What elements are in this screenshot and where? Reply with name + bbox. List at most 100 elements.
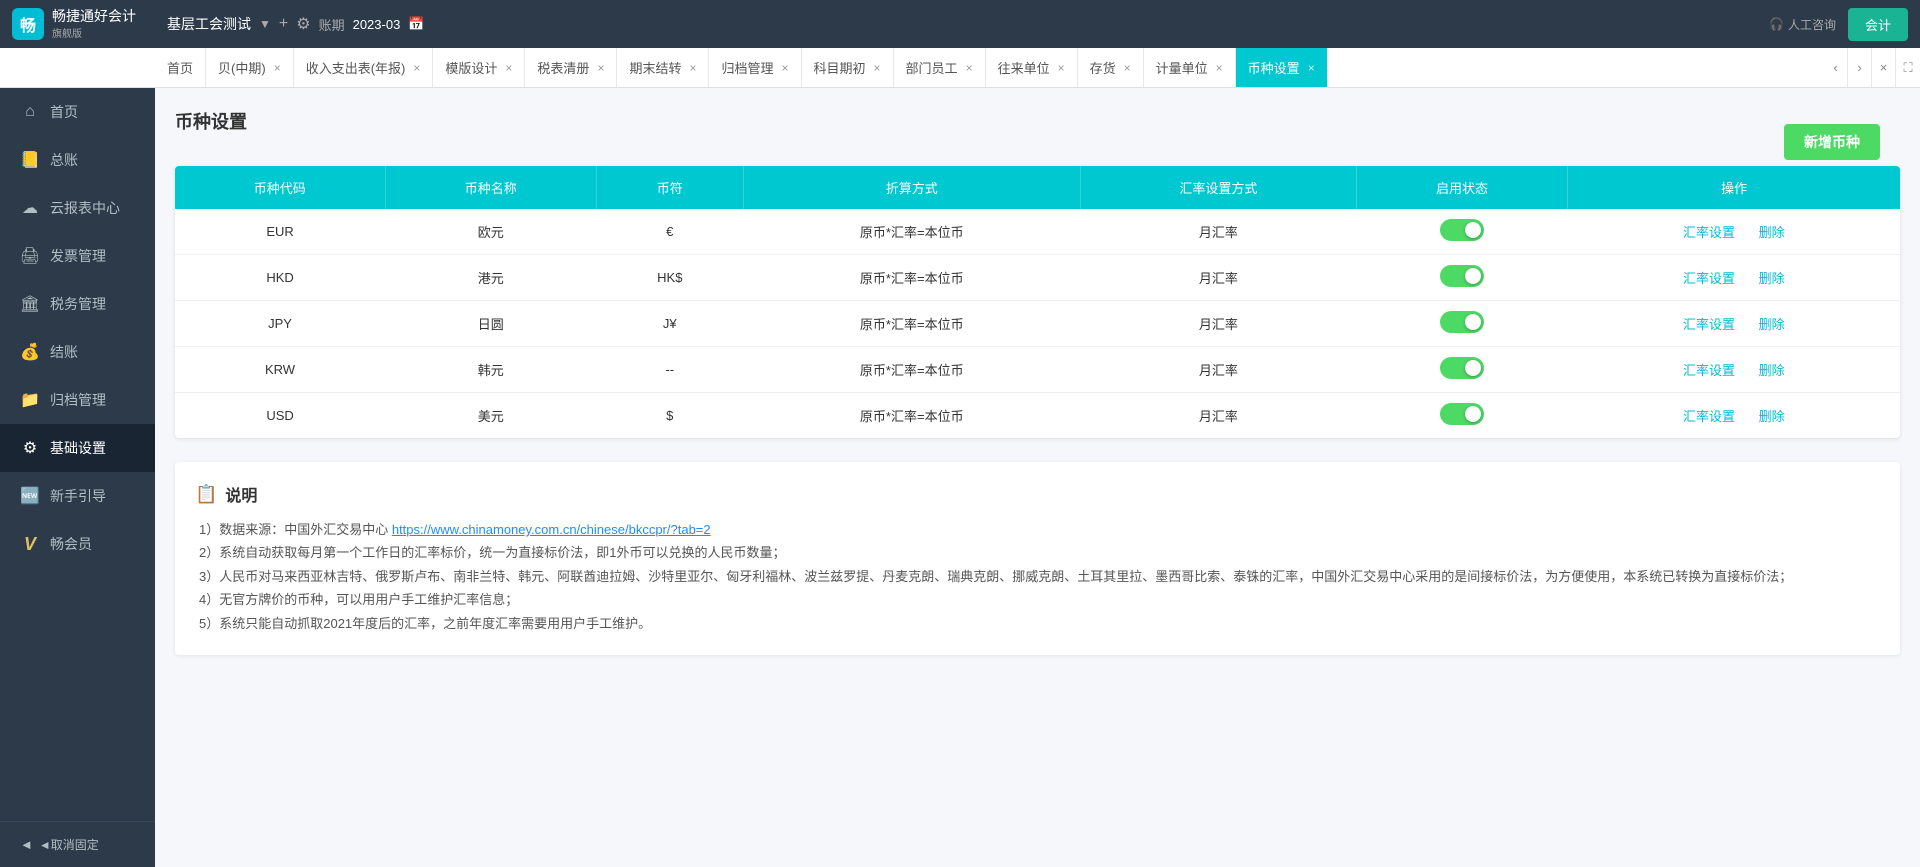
tab-unit-label: 往来单位 <box>998 58 1050 77</box>
cell-rate-type: 月汇率 <box>1080 255 1356 301</box>
tab-template-close[interactable]: × <box>505 61 512 75</box>
account-button[interactable]: 会计 <box>1848 8 1908 41</box>
tab-home[interactable]: 首页 <box>155 48 206 87</box>
cell-code: KRW <box>175 347 385 393</box>
help-button[interactable]: 🎧 人工咨询 <box>1769 16 1836 33</box>
tab-income[interactable]: 收入支出表(年报) × <box>294 48 434 87</box>
settings-icon[interactable]: ⚙ <box>296 14 310 34</box>
status-toggle-1[interactable] <box>1440 265 1484 287</box>
col-symbol: 币符 <box>596 166 743 209</box>
tab-period-end[interactable]: 期末结转 × <box>617 48 709 87</box>
tab-template[interactable]: 模版设计 × <box>433 48 525 87</box>
col-rate-type: 汇率设置方式 <box>1080 166 1356 209</box>
tab-nav-prev[interactable]: ‹ <box>1824 48 1848 87</box>
tab-measure-close[interactable]: × <box>1216 61 1223 75</box>
cell-conversion: 原币*汇率=本位币 <box>743 301 1080 347</box>
cell-rate-type: 月汇率 <box>1080 347 1356 393</box>
tab-archive[interactable]: 归档管理 × <box>709 48 801 87</box>
cell-symbol: $ <box>596 393 743 439</box>
tab-expand-icon[interactable]: ⛶ <box>1896 48 1920 87</box>
tab-close-all[interactable]: × <box>1872 48 1896 87</box>
tab-period-end-close[interactable]: × <box>689 61 696 75</box>
sidebar-item-home[interactable]: ⌂ 首页 <box>0 88 155 136</box>
cell-symbol: J¥ <box>596 301 743 347</box>
notes-section: 📋 说明 1）数据来源：中国外汇交易中心 https://www.chinamo… <box>175 462 1900 655</box>
company-dropdown-icon[interactable]: ▼ <box>259 17 271 31</box>
status-toggle-4[interactable] <box>1440 403 1484 425</box>
tab-tax[interactable]: 税表清册 × <box>525 48 617 87</box>
tab-inventory[interactable]: 存货 × <box>1078 48 1144 87</box>
rate-setting-link-2[interactable]: 汇率设置 <box>1683 317 1735 332</box>
rate-setting-link-1[interactable]: 汇率设置 <box>1683 271 1735 286</box>
gear-icon: ⚙ <box>20 438 40 458</box>
delete-link-4[interactable]: 删除 <box>1759 409 1785 424</box>
sidebar-label-tax: 税务管理 <box>50 294 106 314</box>
tab-balance-close[interactable]: × <box>274 61 281 75</box>
tab-income-close[interactable]: × <box>413 61 420 75</box>
rate-setting-link-0[interactable]: 汇率设置 <box>1683 225 1735 240</box>
rate-setting-link-4[interactable]: 汇率设置 <box>1683 409 1735 424</box>
notes-title: 说明 <box>225 482 257 506</box>
rate-setting-link-3[interactable]: 汇率设置 <box>1683 363 1735 378</box>
add-tab-icon[interactable]: + <box>279 15 288 33</box>
tab-archive-close[interactable]: × <box>782 61 789 75</box>
china-money-link[interactable]: https://www.chinamoney.com.cn/chinese/bk… <box>392 522 711 537</box>
logo-area: 畅 畅捷通好会计 旗舰版 <box>12 8 167 40</box>
tab-currency[interactable]: 币种设置 × <box>1236 48 1328 87</box>
sidebar-pin-toggle[interactable]: ◄ ◄取消固定 <box>0 821 155 867</box>
sidebar-item-invoice[interactable]: 🖨 发票管理 <box>0 232 155 280</box>
settle-icon: 💰 <box>20 342 40 362</box>
tab-inventory-close[interactable]: × <box>1124 61 1131 75</box>
cell-conversion: 原币*汇率=本位币 <box>743 347 1080 393</box>
status-toggle-3[interactable] <box>1440 357 1484 379</box>
new-currency-button[interactable]: 新增币种 <box>1784 124 1880 160</box>
tab-department[interactable]: 部门员工 × <box>894 48 986 87</box>
tab-subject-close[interactable]: × <box>874 61 881 75</box>
col-conversion: 折算方式 <box>743 166 1080 209</box>
sidebar-label-settle: 结账 <box>50 342 78 362</box>
calendar-icon[interactable]: 📅 <box>408 16 424 32</box>
tab-measure[interactable]: 计量单位 × <box>1144 48 1236 87</box>
cell-name: 日圆 <box>385 301 596 347</box>
sidebar-item-archive[interactable]: 📁 归档管理 <box>0 376 155 424</box>
cell-code: EUR <box>175 209 385 255</box>
delete-link-3[interactable]: 删除 <box>1759 363 1785 378</box>
tab-unit[interactable]: 往来单位 × <box>986 48 1078 87</box>
tab-currency-close[interactable]: × <box>1308 61 1315 75</box>
logo-icon: 畅 <box>12 8 44 40</box>
top-bar-right: 🎧 人工咨询 会计 <box>1769 8 1908 41</box>
tab-balance[interactable]: 贝(中期) × <box>206 48 294 87</box>
sidebar-label-archive: 归档管理 <box>50 390 106 410</box>
status-toggle-0[interactable] <box>1440 219 1484 241</box>
sidebar-item-settle[interactable]: 💰 结账 <box>0 328 155 376</box>
notes-header: 📋 说明 <box>195 482 1880 506</box>
sidebar-item-general[interactable]: 📒 总账 <box>0 136 155 184</box>
delete-link-2[interactable]: 删除 <box>1759 317 1785 332</box>
sidebar-item-report[interactable]: ☁ 云报表中心 <box>0 184 155 232</box>
help-label: 人工咨询 <box>1788 16 1836 33</box>
sidebar-label-guide: 新手引导 <box>50 486 106 506</box>
status-toggle-2[interactable] <box>1440 311 1484 333</box>
sidebar-item-tax[interactable]: 🏛 税务管理 <box>0 280 155 328</box>
cell-rate-type: 月汇率 <box>1080 209 1356 255</box>
tab-nav-next[interactable]: › <box>1848 48 1872 87</box>
cell-symbol: HK$ <box>596 255 743 301</box>
sidebar-label-basic: 基础设置 <box>50 438 106 458</box>
sidebar-item-vip[interactable]: V 畅会员 <box>0 520 155 568</box>
cell-status <box>1356 301 1567 347</box>
tab-tax-close[interactable]: × <box>597 61 604 75</box>
table-row: USD 美元 $ 原币*汇率=本位币 月汇率 汇率设置 删除 <box>175 393 1900 439</box>
content-header: 币种设置 新增币种 <box>175 108 1900 150</box>
tab-subject[interactable]: 科目期初 × <box>802 48 894 87</box>
tab-department-close[interactable]: × <box>966 61 973 75</box>
tab-home-label: 首页 <box>167 58 193 77</box>
delete-link-0[interactable]: 删除 <box>1759 225 1785 240</box>
delete-link-1[interactable]: 删除 <box>1759 271 1785 286</box>
cell-conversion: 原币*汇率=本位币 <box>743 209 1080 255</box>
sidebar-item-basic[interactable]: ⚙ 基础设置 <box>0 424 155 472</box>
cell-status <box>1356 347 1567 393</box>
tab-unit-close[interactable]: × <box>1058 61 1065 75</box>
sidebar-item-guide[interactable]: 🆕 新手引导 <box>0 472 155 520</box>
cell-code: JPY <box>175 301 385 347</box>
cell-symbol: € <box>596 209 743 255</box>
